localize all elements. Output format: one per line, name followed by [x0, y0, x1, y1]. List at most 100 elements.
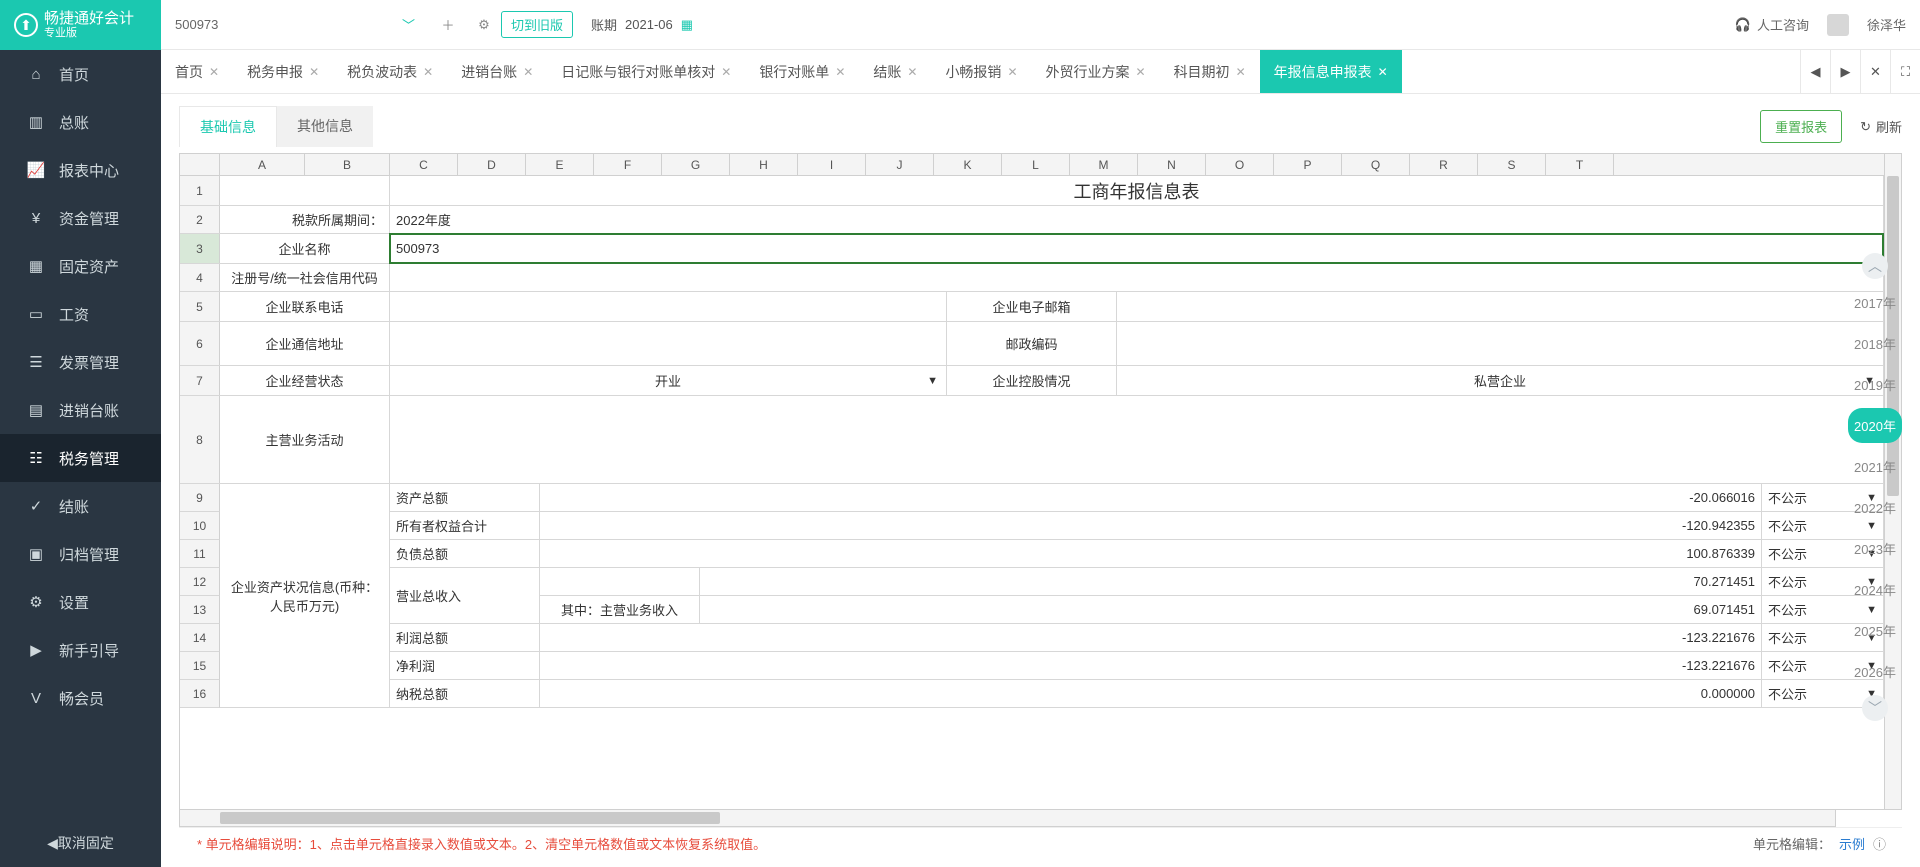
- company-select[interactable]: 500973 ﹀: [175, 15, 415, 34]
- nav-purchase-sales[interactable]: ▤进销台账: [0, 386, 161, 434]
- cell-label[interactable]: 企业联系电话: [220, 292, 390, 321]
- cell-label[interactable]: 企业经营状态: [220, 366, 390, 395]
- old-version-button[interactable]: 切到旧版: [501, 11, 573, 38]
- year-item[interactable]: 2022年: [1848, 490, 1902, 525]
- nav-archive[interactable]: ▣归档管理: [0, 530, 161, 578]
- cell-label[interactable]: 其中：主营业务收入: [540, 596, 700, 623]
- cell-value[interactable]: -20.066016: [540, 484, 1762, 511]
- tab-subject-opening[interactable]: 科目期初✕: [1160, 50, 1260, 93]
- row-header[interactable]: 10: [180, 512, 220, 540]
- refresh-button[interactable]: ↻刷新: [1860, 117, 1902, 136]
- scrollbar-thumb[interactable]: [220, 812, 720, 824]
- col-header[interactable]: R: [1410, 154, 1478, 175]
- row-header[interactable]: 6: [180, 322, 220, 365]
- spreadsheet[interactable]: A B C D E F G H I J K L M N O: [179, 153, 1885, 810]
- cell-label[interactable]: 注册号/统一社会信用代码: [220, 264, 390, 291]
- nav-invoice[interactable]: ☰发票管理: [0, 338, 161, 386]
- col-header[interactable]: A: [220, 154, 305, 175]
- nav-settings[interactable]: ⚙设置: [0, 578, 161, 626]
- row-header[interactable]: 14: [180, 624, 220, 652]
- row-header[interactable]: 15: [180, 652, 220, 680]
- cell-value[interactable]: [1117, 322, 1884, 365]
- corner-cell[interactable]: [180, 154, 220, 175]
- row-header[interactable]: 5: [180, 292, 220, 321]
- assets-block-label[interactable]: 企业资产状况信息(币种：人民币万元): [220, 484, 390, 708]
- add-icon[interactable]: ＋: [439, 16, 457, 34]
- col-header[interactable]: H: [730, 154, 798, 175]
- year-up-button[interactable]: ︿: [1862, 253, 1888, 279]
- row-header[interactable]: 9: [180, 484, 220, 512]
- col-header[interactable]: O: [1206, 154, 1274, 175]
- col-header[interactable]: B: [305, 154, 390, 175]
- cell-value[interactable]: [390, 264, 1884, 291]
- close-icon[interactable]: ✕: [907, 65, 917, 79]
- row-header[interactable]: 13: [180, 596, 220, 624]
- sheet-title[interactable]: 工商年报信息表: [390, 176, 1884, 205]
- nav-member[interactable]: V畅会员: [0, 674, 161, 722]
- horizontal-scrollbar[interactable]: [179, 810, 1836, 827]
- tab-reimburse[interactable]: 小畅报销✕: [931, 50, 1031, 93]
- tab-closing[interactable]: 结账✕: [859, 50, 931, 93]
- cell-value[interactable]: 0.000000: [540, 680, 1762, 707]
- cell-label[interactable]: 企业电子邮箱: [947, 292, 1117, 321]
- year-item[interactable]: 2019年: [1848, 367, 1902, 402]
- close-icon[interactable]: ✕: [835, 65, 845, 79]
- year-item[interactable]: 2023年: [1848, 531, 1902, 566]
- cell-label[interactable]: 负债总额: [390, 540, 540, 567]
- cell-value[interactable]: [390, 396, 1884, 483]
- cell-label[interactable]: 企业控股情况: [947, 366, 1117, 395]
- col-header[interactable]: C: [390, 154, 458, 175]
- tab-tax-burden[interactable]: 税负波动表✕: [333, 50, 447, 93]
- row-header[interactable]: 12: [180, 568, 220, 596]
- col-header[interactable]: G: [662, 154, 730, 175]
- tab-home[interactable]: 首页✕: [161, 50, 233, 93]
- settings-icon[interactable]: ⚙: [475, 16, 493, 34]
- row-header[interactable]: 11: [180, 540, 220, 568]
- col-header[interactable]: Q: [1342, 154, 1410, 175]
- cell-value[interactable]: 70.271451: [700, 568, 1762, 595]
- nav-tax[interactable]: ☷税务管理: [0, 434, 161, 482]
- col-header[interactable]: P: [1274, 154, 1342, 175]
- row-header[interactable]: 7: [180, 366, 220, 395]
- cell-label[interactable]: 企业通信地址: [220, 322, 390, 365]
- subtab-basic[interactable]: 基础信息: [179, 106, 277, 147]
- cell-value[interactable]: -123.221676: [540, 624, 1762, 651]
- nav-home[interactable]: ⌂首页: [0, 50, 161, 98]
- row-header[interactable]: 8: [180, 396, 220, 483]
- col-header[interactable]: M: [1070, 154, 1138, 175]
- calendar-icon[interactable]: ▦: [681, 17, 693, 33]
- col-header[interactable]: F: [594, 154, 662, 175]
- col-header[interactable]: S: [1478, 154, 1546, 175]
- rebuild-report-button[interactable]: 重置报表: [1760, 110, 1842, 143]
- cell-label[interactable]: 所有者权益合计: [390, 512, 540, 539]
- close-icon[interactable]: ✕: [721, 65, 731, 79]
- year-item[interactable]: 2024年: [1848, 572, 1902, 607]
- tab-purchases-sales[interactable]: 进销台账✕: [447, 50, 547, 93]
- col-header[interactable]: N: [1138, 154, 1206, 175]
- tab-prev-button[interactable]: ◀: [1800, 50, 1830, 94]
- close-icon[interactable]: ✕: [1236, 65, 1246, 79]
- cell-label[interactable]: 净利润: [390, 652, 540, 679]
- row-header[interactable]: 16: [180, 680, 220, 708]
- example-link[interactable]: 示例: [1839, 834, 1865, 853]
- cell-value[interactable]: 100.876339: [540, 540, 1762, 567]
- tab-next-button[interactable]: ▶: [1830, 50, 1860, 94]
- biz-status-select[interactable]: 开业▼: [390, 366, 947, 395]
- period-value[interactable]: 2021-06: [625, 17, 673, 32]
- subtab-other[interactable]: 其他信息: [277, 106, 373, 147]
- cell-label[interactable]: 邮政编码: [947, 322, 1117, 365]
- year-item[interactable]: 2018年: [1848, 326, 1902, 361]
- col-header[interactable]: E: [526, 154, 594, 175]
- close-icon[interactable]: ✕: [209, 65, 219, 79]
- col-header[interactable]: I: [798, 154, 866, 175]
- nav-salary[interactable]: ▭工资: [0, 290, 161, 338]
- row-header[interactable]: 4: [180, 264, 220, 291]
- year-item-active[interactable]: 2020年: [1848, 408, 1902, 443]
- nav-reports[interactable]: 📈报表中心: [0, 146, 161, 194]
- tab-foreign-trade[interactable]: 外贸行业方案✕: [1032, 50, 1160, 93]
- close-icon[interactable]: ✕: [1136, 65, 1146, 79]
- tab-journal-bank[interactable]: 日记账与银行对账单核对✕: [547, 50, 745, 93]
- cell-value[interactable]: 69.071451: [700, 596, 1762, 623]
- cell-value[interactable]: [390, 292, 947, 321]
- year-down-button[interactable]: ﹀: [1862, 695, 1888, 721]
